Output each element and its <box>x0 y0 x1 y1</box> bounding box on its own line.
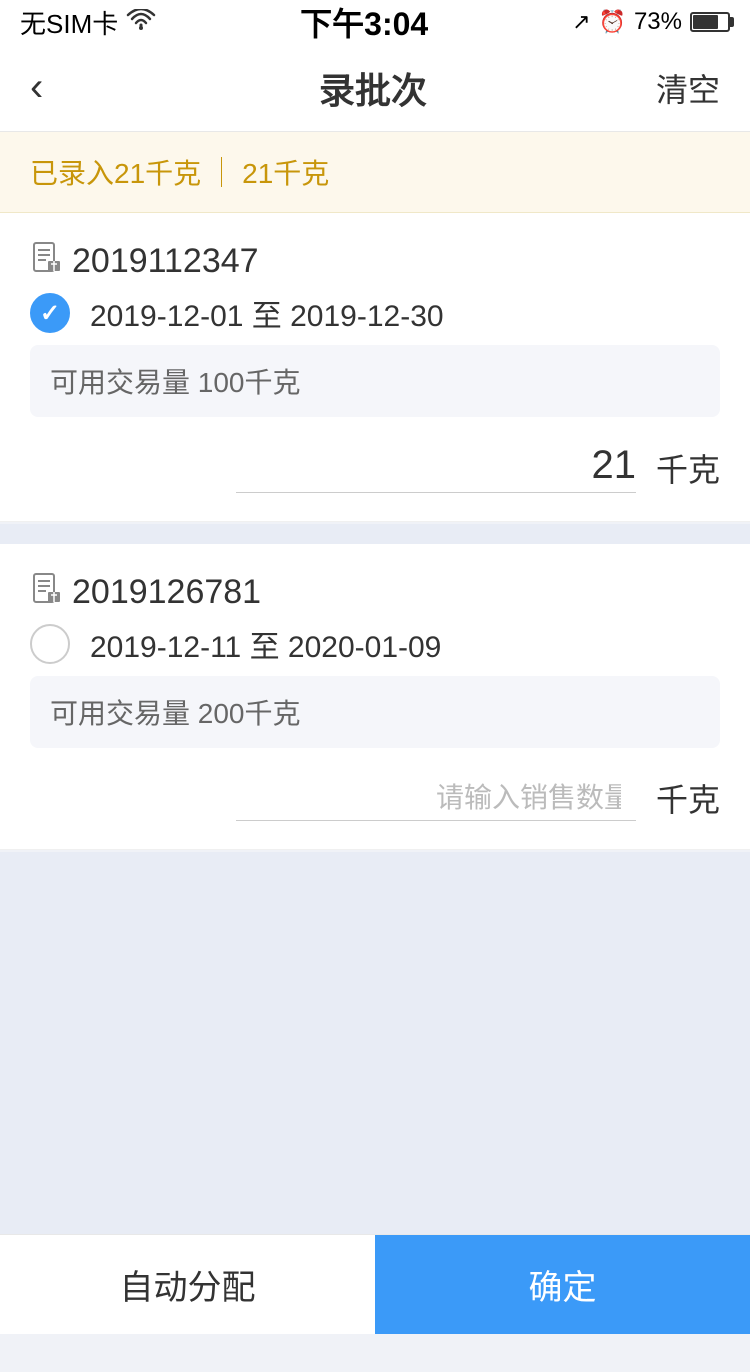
carrier-text: 无SIM卡 <box>20 4 118 41</box>
batch-1-date-row: 2019-12-01 至 2019-12-30 <box>0 291 750 345</box>
status-bar: 无SIM卡 下午3:04 ↗ ⏰ 73% <box>0 0 750 44</box>
card-separator-1 <box>0 524 750 544</box>
wifi-icon <box>126 7 156 38</box>
nav-bar: ‹ 录批次 清空 <box>0 44 750 132</box>
status-indicators: ↗ ⏰ 73% <box>572 8 730 36</box>
batch-2-date: 2019-12-11 至 2020-01-09 <box>90 622 441 666</box>
battery-icon <box>690 12 730 32</box>
recorded-label: 已录入21千克 <box>30 152 201 192</box>
batch-2-id: 2019126781 <box>72 573 261 612</box>
summary-banner: 已录入21千克 21千克 <box>0 132 750 213</box>
confirm-button[interactable]: 确定 <box>375 1235 750 1334</box>
batch-card-2: 2019126781 2019-12-11 至 2020-01-09 可用交易量… <box>0 544 750 850</box>
batch-1-icon <box>30 241 62 281</box>
alarm-icon: ⏰ <box>599 9 626 35</box>
bottom-bar: 自动分配 确定 <box>0 1234 750 1334</box>
battery-percent: 73% <box>634 8 682 36</box>
batch-1-header: 2019112347 <box>0 213 750 291</box>
status-carrier: 无SIM卡 <box>20 4 156 41</box>
status-time: 下午3:04 <box>300 0 428 45</box>
batch-2-input-container[interactable] <box>236 774 636 821</box>
batch-2-input-row[interactable]: 千克 <box>0 758 750 850</box>
batch-1-input-container: 21 <box>236 443 636 493</box>
batch-1-unit: 千克 <box>656 445 720 491</box>
batch-1-input-row: 21 千克 <box>0 427 750 522</box>
batch-2-quantity-input[interactable] <box>436 774 636 816</box>
batch-2-quantity-row: 可用交易量 200千克 <box>30 676 720 748</box>
back-button[interactable]: ‹ <box>30 65 90 110</box>
batch-1-radio[interactable] <box>30 293 70 333</box>
batch-2-radio[interactable] <box>30 624 70 664</box>
batch-1-id: 2019112347 <box>72 242 259 281</box>
batch-2-quantity: 可用交易量 200千克 <box>50 698 301 729</box>
clear-button[interactable]: 清空 <box>656 65 720 111</box>
batch-2-icon <box>30 572 62 612</box>
empty-area <box>0 852 750 1272</box>
batch-1-date: 2019-12-01 至 2019-12-30 <box>90 291 444 335</box>
batch-2-date-row: 2019-12-11 至 2020-01-09 <box>0 622 750 676</box>
batch-1-quantity-row: 可用交易量 100千克 <box>30 345 720 417</box>
batch-2-header: 2019126781 <box>0 544 750 622</box>
auto-distribute-button[interactable]: 自动分配 <box>0 1235 375 1334</box>
summary-divider <box>221 157 222 187</box>
batch-1-quantity: 可用交易量 100千克 <box>50 367 301 398</box>
location-icon: ↗ <box>572 9 590 35</box>
batch-1-value: 21 <box>591 443 636 488</box>
batch-2-unit: 千克 <box>656 775 720 821</box>
batch-card-1: 2019112347 2019-12-01 至 2019-12-30 可用交易量… <box>0 213 750 522</box>
summary-total: 21千克 <box>242 152 329 192</box>
page-title: 录批次 <box>319 62 427 114</box>
